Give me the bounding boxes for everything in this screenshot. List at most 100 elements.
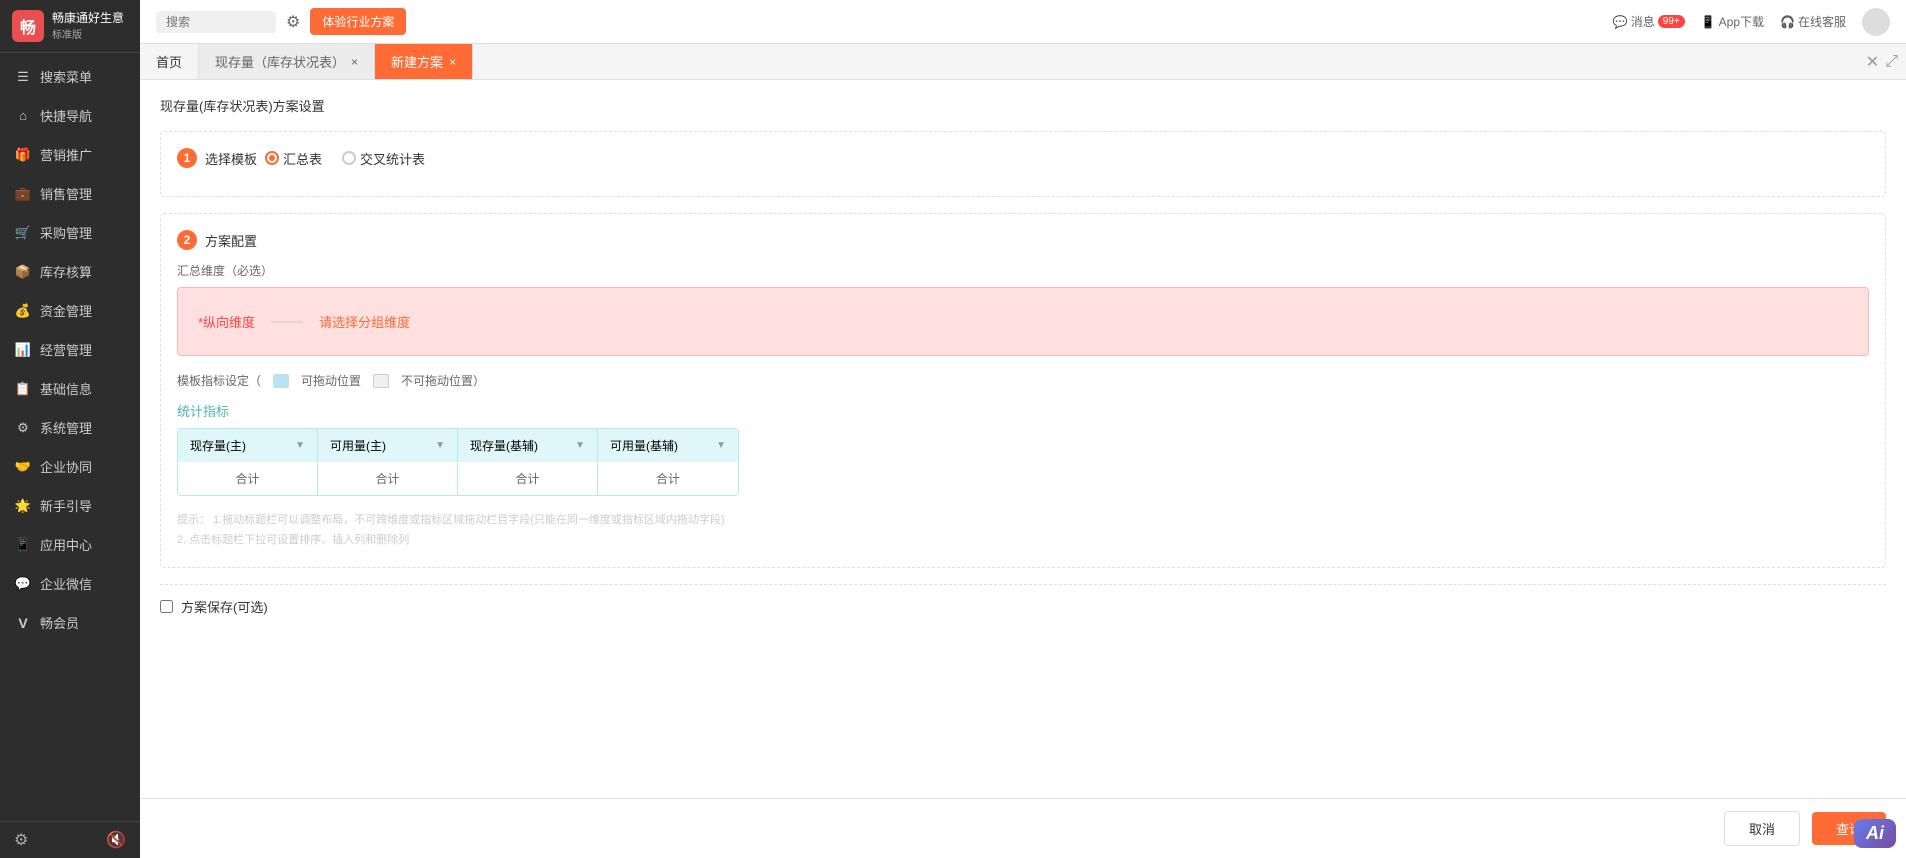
sidebar-item-quick-nav[interactable]: ⌂ 快捷导航	[0, 96, 140, 135]
stats-table-row: 合计 合计 合计 合计	[178, 462, 738, 495]
hint-1: 提示： 1.拖动标题栏可以调整布局，不可跨维度或指标区域拖动栏目字段(只能在同一…	[177, 511, 1869, 531]
section1-number: 1	[177, 148, 197, 168]
avatar	[1862, 8, 1890, 36]
col-value-3: 合计	[598, 462, 738, 495]
sidebar-item-app-center[interactable]: 📱 应用中心	[0, 525, 140, 564]
col-dropdown-2[interactable]: ▼	[575, 440, 585, 451]
tab-inventory-close[interactable]: ×	[351, 55, 358, 69]
dimension-required: *纵向维度	[198, 312, 255, 331]
sidebar-item-cooperation[interactable]: 🤝 企业协同	[0, 447, 140, 486]
gear-icon: ⚙	[14, 419, 32, 437]
settings-footer-icon[interactable]: ⚙	[14, 830, 28, 850]
tab-inventory-status[interactable]: 现存量（库存状况表） ×	[199, 44, 375, 79]
template-radio-group: 汇总表 交叉统计表	[265, 149, 425, 168]
hints-area: 提示： 1.拖动标题栏可以调整布局，不可跨维度或指标区域拖动栏目字段(只能在同一…	[177, 511, 1869, 551]
sidebar-item-inventory[interactable]: 📦 库存核算	[0, 252, 140, 291]
indicator-non-draggable-label: 不可拖动位置）	[401, 372, 485, 389]
col-dropdown-1[interactable]: ▼	[435, 440, 445, 451]
sidebar-item-purchase[interactable]: 🛒 采购管理	[0, 213, 140, 252]
hint-2: 2. 点击标题栏下拉可设置排序、插入列和删除列	[177, 531, 1869, 551]
sidebar-item-wechat[interactable]: 💬 企业微信	[0, 564, 140, 603]
header-right: 💬 消息 99+ 📱 App下载 🎧 在线客服	[1613, 8, 1890, 36]
stats-table-header: 现存量(主) ▼ 可用量(主) ▼ 现存量(基辅) ▼ 可用量(基辅) ▼	[178, 429, 738, 462]
col-dropdown-0[interactable]: ▼	[295, 440, 305, 451]
sidebar-nav: ☰ 搜索菜单 ⌂ 快捷导航 🎁 营销推广 💼 销售管理 🛒 采购管理 📦 库存核…	[0, 53, 140, 821]
member-icon: V	[14, 614, 32, 632]
chart-icon: 📊	[14, 341, 32, 359]
indicator-row: 模板指标设定（ 可拖动位置 不可拖动位置）	[177, 372, 1869, 389]
tab-new-plan-label: 新建方案	[391, 52, 443, 71]
sidebar-item-label: 营销推广	[40, 145, 92, 164]
radio-cross-dot	[342, 151, 356, 165]
gift-icon: 🎁	[14, 146, 32, 164]
message-label: 消息	[1631, 13, 1655, 30]
sidebar-item-label: 畅会员	[40, 613, 79, 632]
expand-btn[interactable]: ⤢	[1885, 53, 1898, 71]
col-header-2[interactable]: 现存量(基辅) ▼	[458, 429, 598, 462]
col-header-1[interactable]: 可用量(主) ▼	[318, 429, 458, 462]
dimension-placeholder[interactable]: 请选择分组维度	[319, 312, 410, 331]
tab-home[interactable]: 首页	[140, 44, 199, 79]
app-download[interactable]: 📱 App下载	[1701, 13, 1764, 30]
money-icon: 💰	[14, 302, 32, 320]
sidebar-item-label: 销售管理	[40, 184, 92, 203]
sidebar-logo: 畅 畅康通好生意 标准版	[0, 0, 140, 53]
col-label-1: 可用量(主)	[330, 437, 386, 454]
online-service[interactable]: 🎧 在线客服	[1780, 13, 1846, 30]
non-draggable-indicator	[373, 374, 389, 388]
section2-title: 方案配置	[205, 231, 257, 250]
save-option: 方案保存(可选)	[160, 584, 1886, 628]
draggable-indicator	[273, 374, 289, 388]
service-icon: 🎧	[1780, 15, 1795, 29]
sidebar-item-sales[interactable]: 💼 销售管理	[0, 174, 140, 213]
col-header-3[interactable]: 可用量(基辅) ▼	[598, 429, 738, 462]
handshake-icon: 🤝	[14, 458, 32, 476]
box-icon: 📦	[14, 263, 32, 281]
cancel-button[interactable]: 取消	[1724, 811, 1800, 846]
col-dropdown-3[interactable]: ▼	[716, 440, 726, 451]
section2-number: 2	[177, 230, 197, 250]
sidebar-item-system[interactable]: ⚙ 系统管理	[0, 408, 140, 447]
sidebar-item-member[interactable]: V 畅会员	[0, 603, 140, 642]
sidebar-item-label: 企业微信	[40, 574, 92, 593]
stats-table: 现存量(主) ▼ 可用量(主) ▼ 现存量(基辅) ▼ 可用量(基辅) ▼	[177, 428, 739, 496]
sidebar-item-guide[interactable]: 🌟 新手引导	[0, 486, 140, 525]
settings-icon[interactable]: ⚙	[286, 12, 300, 32]
message-badge: 99+	[1658, 15, 1685, 28]
phone-icon: 📱	[1701, 15, 1716, 29]
sound-footer-icon[interactable]: 🔇	[106, 830, 126, 850]
sidebar-footer: ⚙ 🔇	[0, 821, 140, 858]
sidebar-item-label: 企业协同	[40, 457, 92, 476]
search-menu-icon: ☰	[14, 68, 32, 86]
radio-cross[interactable]: 交叉统计表	[342, 149, 425, 168]
save-checkbox[interactable]	[160, 600, 173, 613]
doc-icon: 📋	[14, 380, 32, 398]
logo-icon: 畅	[12, 10, 44, 42]
sidebar-item-finance[interactable]: 💰 资金管理	[0, 291, 140, 330]
sidebar-item-label: 采购管理	[40, 223, 92, 242]
sidebar-item-marketing[interactable]: 🎁 营销推广	[0, 135, 140, 174]
section-template: 1 选择模板 汇总表 交叉统计表	[160, 131, 1886, 197]
sidebar-item-operations[interactable]: 📊 经营管理	[0, 330, 140, 369]
page-content: 现存量(库存状况表)方案设置 1 选择模板 汇总表 交叉统计表	[140, 80, 1906, 798]
sidebar-item-label: 基础信息	[40, 379, 92, 398]
sidebar-item-search-menu[interactable]: ☰ 搜索菜单	[0, 57, 140, 96]
close-btn[interactable]: ✕	[1866, 52, 1879, 72]
tab-new-plan[interactable]: 新建方案 ×	[375, 44, 473, 79]
col-header-0[interactable]: 现存量(主) ▼	[178, 429, 318, 462]
radio-summary[interactable]: 汇总表	[265, 149, 322, 168]
tab-new-plan-close[interactable]: ×	[449, 55, 456, 69]
message-icon: 💬	[1613, 15, 1628, 29]
tab-inventory-label: 现存量（库存状况表）	[215, 52, 345, 71]
message-area[interactable]: 💬 消息 99+	[1613, 13, 1685, 30]
trial-btn[interactable]: 体验行业方案	[310, 8, 406, 35]
ai-badge[interactable]: Ai	[1854, 819, 1896, 848]
search-input[interactable]	[156, 11, 276, 33]
stats-label: 统计指标	[177, 401, 1869, 420]
chat-icon: 💬	[14, 575, 32, 593]
sidebar: 畅 畅康通好生意 标准版 ☰ 搜索菜单 ⌂ 快捷导航 🎁 营销推广 💼 销售管理…	[0, 0, 140, 858]
col-value-0: 合计	[178, 462, 318, 495]
page-title: 现存量(库存状况表)方案设置	[160, 96, 1886, 115]
header-left: ⚙ 体验行业方案	[156, 8, 406, 35]
sidebar-item-basic-info[interactable]: 📋 基础信息	[0, 369, 140, 408]
